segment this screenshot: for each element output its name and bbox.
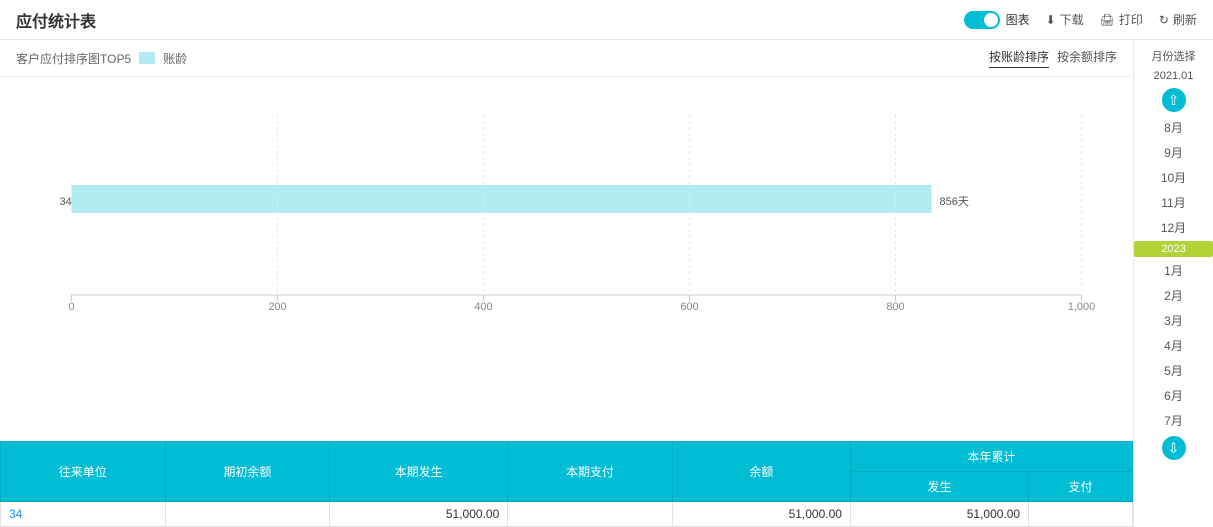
panel-header: 月份选择 xyxy=(1152,44,1196,68)
svg-text:1,000: 1,000 xyxy=(1068,301,1096,313)
col-balance-header: 余额 xyxy=(672,442,850,502)
panel-current-date: 2021.01 xyxy=(1150,68,1198,84)
month-item-7[interactable]: 7月 xyxy=(1134,409,1213,432)
header: 应付统计表 图表 ⬇ 下载 🖨 打印 ↻ 刷新 xyxy=(0,0,1213,40)
col-opening-header: 期初余额 xyxy=(165,442,330,502)
col-ytd-header: 本年累计 xyxy=(850,442,1132,472)
chart-and-table: 客户应付排序图TOP5 账龄 按账龄排序 按余额排序 34 856天 xyxy=(0,40,1133,527)
month-item-2[interactable]: 2月 xyxy=(1134,284,1213,307)
panel-nav-up-button[interactable]: ⇧ xyxy=(1162,88,1186,112)
main-area: 客户应付排序图TOP5 账龄 按账龄排序 按余额排序 34 856天 xyxy=(0,40,1213,527)
app-container: 应付统计表 图表 ⬇ 下载 🖨 打印 ↻ 刷新 xyxy=(0,0,1213,527)
cell-unit[interactable]: 34 xyxy=(1,502,166,527)
right-panel: 月份选择 2021.01 ⇧ 8月 9月 10月 11月 12月 2023 1月… xyxy=(1133,40,1213,527)
month-item-6[interactable]: 6月 xyxy=(1134,384,1213,407)
chart-sort-buttons: 按账龄排序 按余额排序 xyxy=(989,48,1117,68)
download-label: 下载 xyxy=(1060,11,1084,28)
month-item-10[interactable]: 10月 xyxy=(1134,166,1213,189)
header-actions: 图表 ⬇ 下载 🖨 打印 ↻ 刷新 xyxy=(964,11,1197,29)
month-list: 8月 9月 10月 11月 12月 2023 1月 2月 3月 4月 5月 6月… xyxy=(1134,116,1213,432)
bar-end-label: 856天 xyxy=(940,196,969,208)
month-item-3[interactable]: 3月 xyxy=(1134,309,1213,332)
print-icon: 🖨 xyxy=(1100,13,1115,27)
cell-balance: 51,000.00 xyxy=(672,502,850,527)
data-table: 往来单位 期初余额 本期发生 本期支付 余额 本年累计 发生 支付 xyxy=(0,441,1133,527)
print-label: 打印 xyxy=(1119,11,1143,28)
download-button[interactable]: ⬇ 下载 xyxy=(1046,11,1084,28)
svg-text:0: 0 xyxy=(68,301,74,313)
cell-current-occur: 51,000.00 xyxy=(330,502,508,527)
cell-current-pay xyxy=(508,502,673,527)
chart-toggle[interactable] xyxy=(964,11,1000,29)
col-current-pay-header: 本期支付 xyxy=(508,442,673,502)
month-item-8[interactable]: 8月 xyxy=(1134,116,1213,139)
refresh-label: 刷新 xyxy=(1173,11,1197,28)
bar-chart: 34 856天 0 200 400 600 800 1,000 xyxy=(16,85,1117,345)
cell-opening xyxy=(165,502,330,527)
year-marker: 2023 xyxy=(1134,241,1213,257)
chart-area: 34 856天 0 200 400 600 800 1,000 xyxy=(0,77,1133,441)
col-unit-header: 往来单位 xyxy=(1,442,166,502)
print-button[interactable]: 🖨 打印 xyxy=(1100,11,1143,28)
col-ytd-occur-header: 发生 xyxy=(850,472,1028,502)
sort-by-balance-button[interactable]: 按账龄排序 xyxy=(989,48,1049,68)
legend-label: 客户应付排序图TOP5 xyxy=(16,50,131,67)
chart-toolbar: 客户应付排序图TOP5 账龄 按账龄排序 按余额排序 xyxy=(0,40,1133,77)
chart-legend: 客户应付排序图TOP5 账龄 xyxy=(16,50,187,67)
col-current-occur-header: 本期发生 xyxy=(330,442,508,502)
download-icon: ⬇ xyxy=(1046,13,1056,27)
refresh-button[interactable]: ↻ 刷新 xyxy=(1159,11,1197,28)
legend-box-label: 账龄 xyxy=(163,50,187,67)
month-item-11[interactable]: 11月 xyxy=(1134,191,1213,214)
month-item-12[interactable]: 12月 xyxy=(1134,216,1213,239)
col-ytd-pay-header: 支付 xyxy=(1029,472,1133,502)
month-item-9[interactable]: 9月 xyxy=(1134,141,1213,164)
page-title: 应付统计表 xyxy=(16,8,96,32)
panel-nav-down-button[interactable]: ⇩ xyxy=(1162,436,1186,460)
svg-text:200: 200 xyxy=(268,301,286,313)
svg-text:600: 600 xyxy=(680,301,698,313)
table-row: 34 51,000.00 51,000.00 51,000.00 xyxy=(1,502,1133,527)
svg-text:800: 800 xyxy=(886,301,904,313)
cell-ytd-occur: 51,000.00 xyxy=(850,502,1028,527)
table-section: 往来单位 期初余额 本期发生 本期支付 余额 本年累计 发生 支付 xyxy=(0,441,1133,527)
chart-toggle-wrap: 图表 xyxy=(964,11,1030,29)
refresh-icon: ↻ xyxy=(1159,13,1169,27)
chart-bar xyxy=(72,185,932,213)
cell-ytd-pay xyxy=(1029,502,1133,527)
bar-y-label: 34 xyxy=(60,196,72,208)
chart-toggle-label: 图表 xyxy=(1006,11,1030,28)
month-item-4[interactable]: 4月 xyxy=(1134,334,1213,357)
sort-by-amount-button[interactable]: 按余额排序 xyxy=(1057,48,1117,68)
month-item-1[interactable]: 1月 xyxy=(1134,259,1213,282)
month-item-5[interactable]: 5月 xyxy=(1134,359,1213,382)
legend-color-box xyxy=(139,52,155,64)
svg-text:400: 400 xyxy=(474,301,492,313)
